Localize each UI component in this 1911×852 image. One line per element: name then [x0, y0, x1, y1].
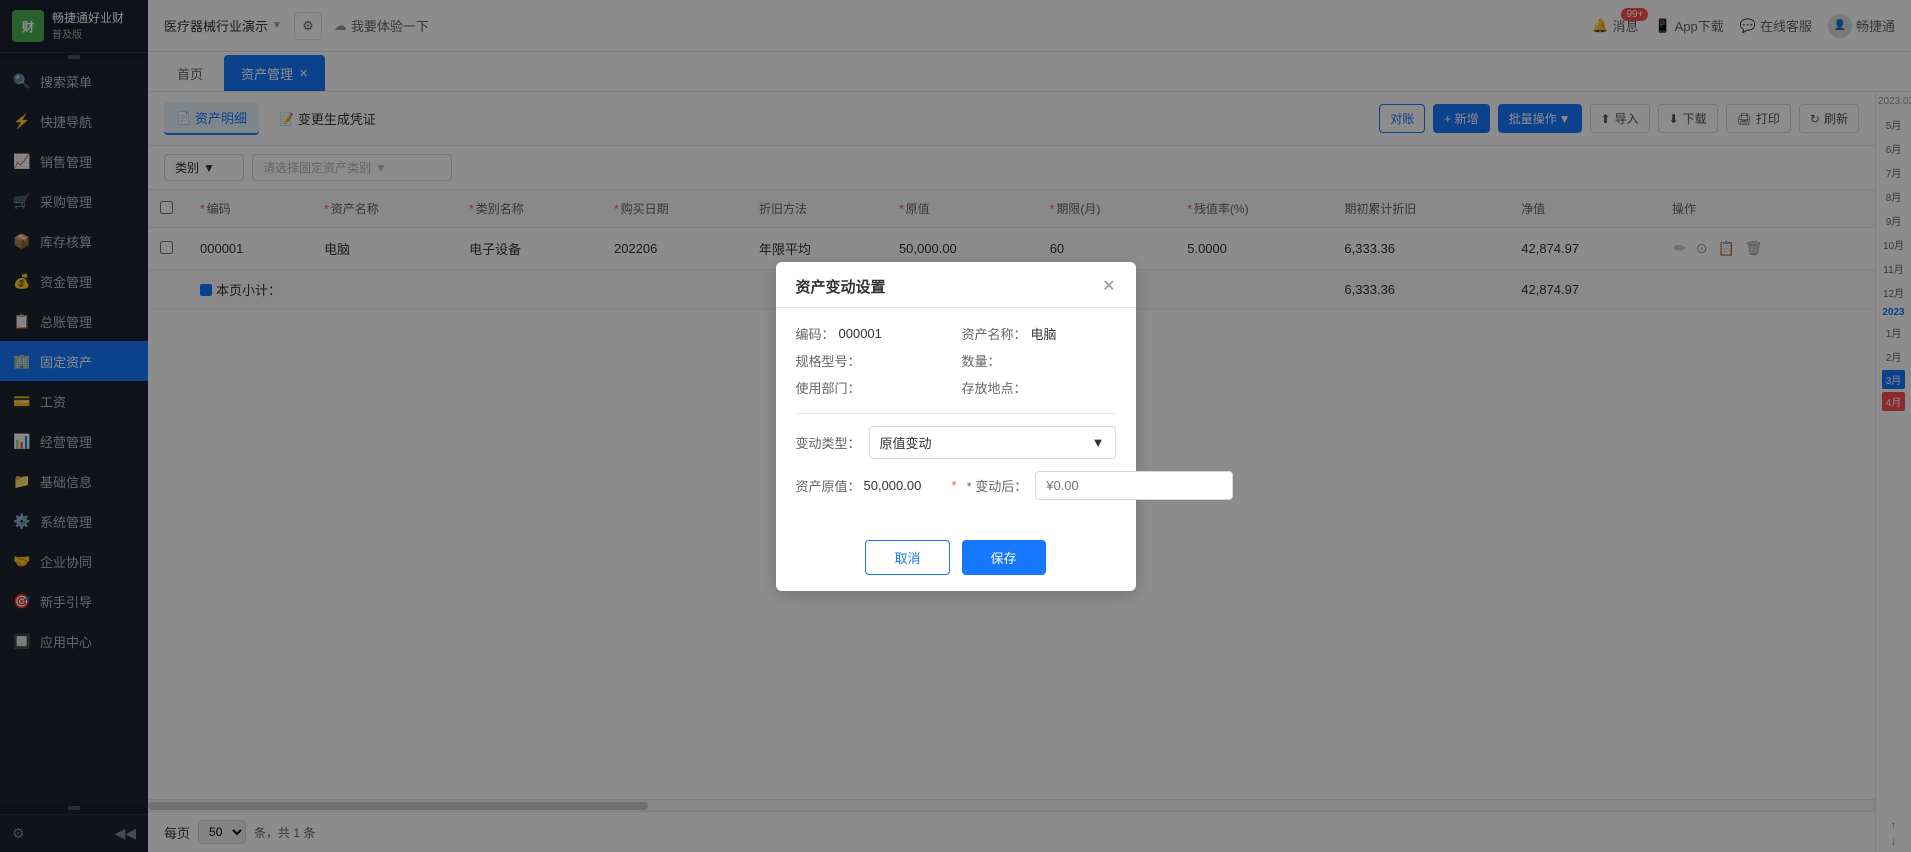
- modal-required-star: *: [952, 478, 957, 493]
- modal-change-type-value: 原值变动: [880, 433, 932, 452]
- modal-original-value: 50,000.00: [864, 478, 944, 493]
- modal-change-type-label: 变动类型：: [796, 433, 861, 452]
- modal-after-change-input[interactable]: [1035, 471, 1233, 500]
- modal-spec-label: 规格型号：: [796, 351, 861, 370]
- modal-name-row: 资产名称： 电脑: [962, 324, 1116, 343]
- modal-overlay: 资产变动设置 ✕ 编码： 000001 资产名称： 电脑 规格型号： 数量：: [0, 0, 1911, 852]
- modal-spec-row: 规格型号：: [796, 351, 950, 370]
- modal-title: 资产变动设置: [796, 276, 886, 297]
- asset-change-modal: 资产变动设置 ✕ 编码： 000001 资产名称： 电脑 规格型号： 数量：: [776, 262, 1136, 591]
- modal-original-value-label: 资产原值：: [796, 476, 856, 495]
- modal-info-grid: 编码： 000001 资产名称： 电脑 规格型号： 数量： 使用部门：: [796, 324, 1116, 397]
- modal-change-type-row: 变动类型： 原值变动 ▼: [796, 426, 1116, 459]
- modal-value-row: 资产原值： 50,000.00 * * 变动后：: [796, 471, 1116, 500]
- modal-header: 资产变动设置 ✕: [776, 262, 1136, 308]
- modal-change-type-select[interactable]: 原值变动 ▼: [869, 426, 1116, 459]
- modal-dept-row: 使用部门：: [796, 378, 950, 397]
- modal-dept-label: 使用部门：: [796, 378, 861, 397]
- modal-body: 编码： 000001 资产名称： 电脑 规格型号： 数量： 使用部门：: [776, 308, 1136, 528]
- modal-name-label: 资产名称：: [962, 324, 1027, 343]
- modal-after-change-label: * 变动后：: [967, 476, 1028, 495]
- modal-location-label: 存放地点：: [962, 378, 1027, 397]
- modal-footer: 取消 保存: [776, 528, 1136, 591]
- modal-cancel-button[interactable]: 取消: [865, 540, 949, 575]
- modal-divider: [796, 413, 1116, 414]
- modal-quantity-label: 数量：: [962, 351, 1001, 370]
- modal-save-button[interactable]: 保存: [962, 540, 1046, 575]
- modal-code-label: 编码：: [796, 324, 835, 343]
- modal-name-value: 电脑: [1031, 324, 1057, 343]
- modal-code-value: 000001: [839, 326, 882, 341]
- modal-code-row: 编码： 000001: [796, 324, 950, 343]
- modal-select-arrow-icon: ▼: [1092, 435, 1105, 450]
- modal-close-button[interactable]: ✕: [1102, 276, 1115, 296]
- modal-location-row: 存放地点：: [962, 378, 1116, 397]
- modal-quantity-row: 数量：: [962, 351, 1116, 370]
